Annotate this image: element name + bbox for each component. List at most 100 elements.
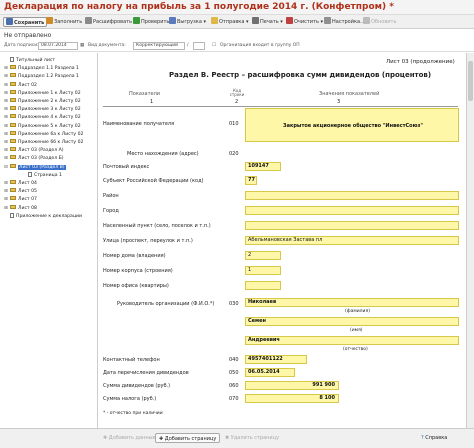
tree-item[interactable]: ⊞ Лист 02 [4, 81, 37, 89]
patronymic-field[interactable]: Андреевич [245, 336, 459, 345]
postal-field[interactable]: 109147 [245, 162, 281, 171]
tree-item[interactable]: ⊞ Приложение 6б к Листу 02 [4, 139, 83, 146]
clear-button[interactable]: Очистить ▾ [284, 17, 325, 27]
update-button[interactable]: Обновить [361, 17, 398, 27]
org-group-checkbox[interactable]: ☐ [212, 43, 216, 48]
tree-item[interactable]: ⊞ Лист 05 [4, 188, 37, 195]
declaration-form: Лист 03 (продолжение) Раздел В. Реестр –… [99, 53, 465, 428]
document-icon [10, 212, 14, 218]
vertical-scrollbar[interactable] [466, 53, 474, 428]
street-field[interactable]: Абельмановская Застава пл [245, 236, 459, 245]
head-label: Руководитель организации (Ф.И.О.*) [117, 301, 215, 307]
help-button[interactable]: ? Справка [418, 433, 450, 443]
tree-item[interactable]: ⊞ Подраздел 1.2 Раздела 1 [4, 73, 79, 80]
folder-icon [10, 139, 16, 143]
tree-item[interactable]: ⊞ Лист 03 (Раздел А) [4, 147, 64, 154]
district-field[interactable] [245, 191, 459, 200]
print-button[interactable]: Печать ▾ [250, 17, 285, 27]
folder-icon [10, 196, 16, 201]
settlement-field[interactable] [245, 221, 459, 230]
check-button[interactable]: Проверить [131, 17, 171, 27]
corr-number-field[interactable] [193, 42, 205, 50]
folder-icon [10, 188, 16, 193]
upload-button[interactable]: Выгрузка ▾ [167, 17, 208, 27]
tax-code: 070 [229, 396, 239, 402]
doc-type-select[interactable]: Корректирующий [133, 42, 185, 50]
office-label: Номер офиса (квартиры) [103, 283, 169, 289]
sign-date-field[interactable]: 08.07.2014 [38, 42, 78, 50]
surname-field[interactable]: Николаев [245, 298, 459, 307]
envelope-icon [211, 17, 218, 24]
tree-item-label: Лист 03 (Раздел А) [18, 148, 64, 154]
tree-item[interactable]: Титульный лист [4, 57, 55, 64]
tree-item[interactable]: ⊞ Лист 04 [4, 180, 37, 187]
tree-item-label: Подраздел 1.2 Раздела 1 [18, 74, 79, 80]
name-field[interactable]: Семен [245, 317, 459, 326]
add-page-button[interactable]: ✚ Добавить страницу [155, 433, 221, 443]
recipient-code: 010 [229, 121, 239, 127]
tree-item-label: Лист 08 [18, 205, 37, 211]
phone-field[interactable]: 4957401122 [245, 355, 307, 364]
calendar-icon[interactable]: ▦ [80, 43, 84, 48]
expand-button[interactable]: Расшифровать [83, 17, 134, 27]
scrollbar-thumb[interactable] [468, 61, 473, 101]
city-field[interactable] [245, 206, 459, 215]
expand-icon [85, 17, 92, 24]
tree-item[interactable]: ⊟ Лист 03 (Раздел В) [4, 163, 66, 171]
send-button[interactable]: Отправка ▾ [209, 17, 251, 27]
folder-icon [10, 180, 16, 184]
folder-icon [10, 81, 16, 86]
section-tree: Титульный лист ⊞ Подраздел 1.1 Раздела 1 ⊞ П… [0, 53, 98, 428]
folder-icon [10, 114, 16, 119]
phone-code: 040 [229, 357, 239, 363]
folder-icon [10, 204, 16, 209]
clear-icon [286, 17, 293, 24]
house-field[interactable]: 2 [245, 251, 281, 260]
floppy-icon [6, 18, 13, 25]
window-title: Декларация по налогу на прибыль за 1 пол… [4, 2, 394, 12]
doc-type-label: Вид документа: [88, 43, 126, 48]
settlement-label: Населенный пункт (село, поселок и т.п.) [103, 223, 211, 229]
office-field[interactable] [245, 281, 281, 290]
tree-item[interactable]: ⊞ Приложение 1 к Листу 02 [4, 89, 81, 97]
tree-item[interactable]: ⊞ Лист 08 [4, 204, 37, 212]
check-icon [133, 17, 140, 24]
house-label: Номер дома (владения) [103, 253, 166, 259]
tree-item-label: Лист 04 [18, 181, 37, 186]
tree-item[interactable]: ⊞ Приложение 3 к Листу 02 [4, 106, 81, 113]
prev-data-button[interactable]: ✚ Добавить данные [100, 433, 159, 443]
tree-item[interactable]: ⊞ Лист 07 [4, 196, 37, 203]
delete-page-button[interactable]: ✖ Удалить страницу [222, 433, 282, 443]
dividends-field[interactable]: 991 900 [245, 381, 339, 390]
tax-field[interactable]: 8 100 [245, 394, 339, 403]
tree-item-label: Приложение к декларации [16, 213, 82, 219]
tree-item[interactable]: Страница 1 [22, 171, 62, 179]
phone-label: Контактный телефон [103, 357, 160, 363]
upload-icon [169, 17, 176, 24]
col-code: Код строки [229, 88, 245, 97]
location-label: Место нахождения (адрес) [127, 151, 199, 157]
tree-item[interactable]: ⊞ Подраздел 1.1 Раздела 1 [4, 65, 79, 72]
tree-item[interactable]: Приложение к декларации [4, 212, 82, 220]
folder-icon [10, 89, 16, 94]
tree-item[interactable]: ⊞ Приложение 4 к Листу 02 [4, 114, 81, 121]
tree-item[interactable]: ⊞ Приложение 2 к Листу 02 [4, 98, 81, 105]
tree-item[interactable]: ⊞ Лист 03 (Раздел Б) [4, 155, 64, 162]
header-divider [103, 106, 458, 107]
tree-item[interactable]: ⊞ Приложение 5 к Листу 02 [4, 122, 81, 130]
location-code: 020 [229, 151, 239, 157]
toolbar: Сохранить Заполнить Расшифровать Провери… [0, 15, 474, 29]
org-group-label: Организация входит в группу ОП [220, 43, 300, 48]
save-button[interactable]: Сохранить [3, 17, 48, 27]
fill-button[interactable]: Заполнить [44, 17, 84, 27]
building-field[interactable]: 1 [245, 266, 281, 275]
tax-label: Сумма налога (руб.) [103, 396, 157, 402]
tree-item[interactable]: ⊞ Приложение 6а к Листу 02 [4, 130, 84, 138]
folder-icon [10, 65, 16, 70]
div-label: Сумма дивидендов (руб.) [103, 383, 171, 389]
recipient-label: Наименование получателя [103, 121, 175, 127]
tree-item-label: Приложение 6а к Листу 02 [18, 131, 84, 137]
date-field[interactable]: 06.05.2014 [245, 368, 295, 377]
recipient-field[interactable]: Закрытое акционерное общество "ИнвестСою… [245, 108, 459, 142]
region-field[interactable]: 77 [245, 176, 257, 185]
